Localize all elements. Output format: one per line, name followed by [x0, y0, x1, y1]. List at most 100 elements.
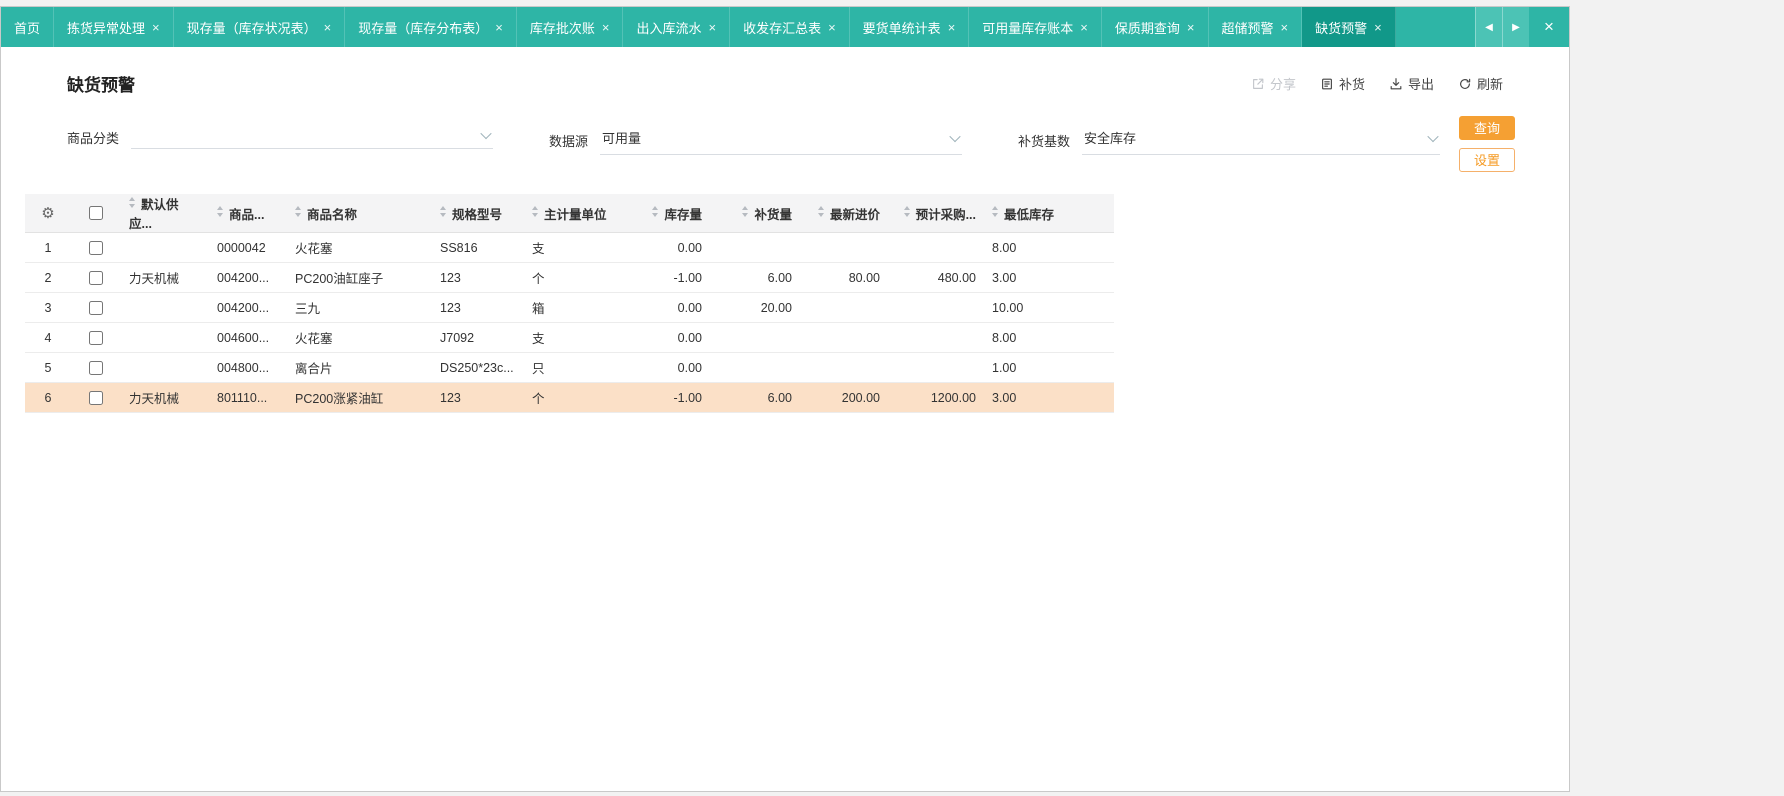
table-header-row: ⚙ 默认供应... 商品... 商品名称 规格型号 主计量单位 库存量 补货量 最新进价 预计采… [25, 194, 1114, 233]
tab-8[interactable]: 可用量库存账本 × [969, 7, 1102, 47]
tab-scroll-left-button[interactable]: ◀ [1475, 7, 1502, 47]
tab-close-icon[interactable]: × [495, 20, 503, 35]
tab-4[interactable]: 库存批次账 × [517, 7, 624, 47]
tab-strip: 首页 拣货异常处理 × 现存量（库存状况表） × 现存量（库存分布表） × 库存批次账 × 出入库… [1, 7, 1396, 47]
table-row[interactable]: 2 力天机械 004200... PC200油缸座子 123 个 -1.00 6.00 80.0… [25, 262, 1114, 293]
column-header-replenish[interactable]: 补货量 [710, 194, 800, 233]
row-checkbox-cell [71, 382, 121, 413]
column-header-supplier[interactable]: 默认供应... [121, 194, 209, 233]
column-header-code[interactable]: 商品... [209, 194, 287, 233]
tabs-close-button[interactable]: × [1529, 7, 1569, 47]
row-checkbox[interactable] [89, 360, 103, 375]
app-window: 首页 拣货异常处理 × 现存量（库存状况表） × 现存量（库存分布表） × 库存批次账 × 出入库… [0, 6, 1570, 792]
cell-purchase [888, 232, 984, 263]
cell-unit: 只 [524, 352, 622, 383]
table-row[interactable]: 5 004800... 离合片 DS250*23c... 只 0.00 1.00 [25, 352, 1114, 383]
tab-7[interactable]: 要货单统计表 × [850, 7, 970, 47]
base-value: 安全库存 [1084, 131, 1137, 146]
cell-spec: 123 [432, 382, 524, 413]
select-all-checkbox[interactable] [89, 206, 103, 221]
base-select[interactable]: 安全库存 [1082, 125, 1441, 155]
filter-category: 商品分类 [67, 116, 494, 149]
tab-strip-spacer [1396, 7, 1475, 47]
tab-6[interactable]: 收发存汇总表 × [730, 7, 850, 47]
sort-icon [742, 206, 749, 218]
share-button[interactable]: 分享 [1251, 74, 1296, 93]
column-header-purchase[interactable]: 预计采购... [888, 194, 984, 233]
row-checkbox[interactable] [89, 300, 103, 315]
category-select[interactable] [131, 125, 494, 149]
column-settings-header[interactable]: ⚙ [25, 194, 71, 233]
tab-9[interactable]: 保质期查询 × [1102, 7, 1209, 47]
cell-purchase: 480.00 [888, 262, 984, 293]
table-row[interactable]: 1 0000042 火花塞 SS816 支 0.00 8.00 [25, 232, 1114, 263]
column-header-unit[interactable]: 主计量单位 [524, 194, 622, 233]
category-label: 商品分类 [67, 130, 120, 146]
results-table: ⚙ 默认供应... 商品... 商品名称 规格型号 主计量单位 库存量 补货量 最新进价 预计采… [25, 194, 1114, 413]
replenish-button[interactable]: 补货 [1320, 74, 1365, 93]
tab-close-icon[interactable]: × [948, 20, 956, 35]
export-button[interactable]: 导出 [1389, 74, 1434, 93]
refresh-label: 刷新 [1476, 77, 1503, 92]
table-row[interactable]: 4 004600... 火花塞 J7092 支 0.00 8.00 [25, 322, 1114, 353]
tab-1[interactable]: 拣货异常处理 × [54, 7, 174, 47]
tab-close-icon[interactable]: × [1080, 20, 1088, 35]
row-checkbox[interactable] [89, 330, 103, 345]
tab-3[interactable]: 现存量（库存分布表） × [345, 7, 517, 47]
tab-close-icon[interactable]: × [1281, 20, 1289, 35]
row-checkbox[interactable] [89, 390, 103, 405]
column-header-spec[interactable]: 规格型号 [432, 194, 524, 233]
tab-label: 可用量库存账本 [982, 20, 1074, 36]
cell-replenish [710, 352, 800, 383]
cell-name: 火花塞 [287, 322, 432, 353]
tab-label: 保质期查询 [1114, 20, 1180, 36]
tab-close-icon[interactable]: × [1187, 20, 1195, 35]
cell-price: 200.00 [800, 382, 888, 413]
cell-price [800, 322, 888, 353]
tab-close-icon[interactable]: × [324, 20, 332, 35]
column-label: 库存量 [664, 207, 702, 222]
tab-scroll-right-button[interactable]: ▶ [1502, 7, 1529, 47]
cell-price [800, 232, 888, 263]
tab-10[interactable]: 超储预警 × [1209, 7, 1303, 47]
download-icon [1389, 77, 1403, 91]
table-row[interactable]: 6 力天机械 801110... PC200涨紧油缸 123 个 -1.00 6.00 200.… [25, 382, 1114, 413]
tab-2[interactable]: 现存量（库存状况表） × [174, 7, 346, 47]
tab-close-icon[interactable]: × [828, 20, 836, 35]
cell-min: 8.00 [984, 322, 1114, 353]
cell-min: 10.00 [984, 292, 1114, 323]
row-checkbox[interactable] [89, 240, 103, 255]
export-label: 导出 [1407, 77, 1434, 92]
share-icon [1251, 77, 1265, 91]
tab-close-icon[interactable]: × [1374, 20, 1382, 35]
table-row[interactable]: 3 004200... 三九 123 箱 0.00 20.00 10.00 [25, 292, 1114, 323]
column-label: 商品... [229, 207, 265, 222]
refresh-button[interactable]: 刷新 [1458, 74, 1503, 93]
column-header-stock[interactable]: 库存量 [622, 194, 710, 233]
cell-replenish: 20.00 [710, 292, 800, 323]
row-checkbox-cell [71, 322, 121, 353]
gear-icon[interactable]: ⚙ [41, 205, 54, 222]
tab-close-icon[interactable]: × [708, 20, 716, 35]
tab-label: 拣货异常处理 [67, 20, 146, 36]
row-number-cell: 1 [25, 232, 71, 263]
tab-5[interactable]: 出入库流水 × [623, 7, 731, 47]
cell-spec: SS816 [432, 232, 524, 263]
sort-icon [440, 206, 447, 218]
tab-0[interactable]: 首页 [1, 7, 55, 47]
tab-close-icon[interactable]: × [602, 20, 610, 35]
share-label: 分享 [1269, 77, 1296, 92]
cell-name: PC200涨紧油缸 [287, 382, 432, 413]
column-header-name[interactable]: 商品名称 [287, 194, 432, 233]
column-header-min[interactable]: 最低库存 [984, 194, 1114, 233]
column-header-price[interactable]: 最新进价 [800, 194, 888, 233]
query-button[interactable]: 查询 [1459, 116, 1515, 140]
datasource-select[interactable]: 可用量 [600, 125, 963, 155]
cell-unit: 支 [524, 232, 622, 263]
cell-code: 004200... [209, 292, 287, 323]
settings-button[interactable]: 设置 [1459, 148, 1515, 172]
row-checkbox[interactable] [89, 270, 103, 285]
tab-11[interactable]: 缺货预警 × [1302, 7, 1396, 47]
tab-close-icon[interactable]: × [152, 20, 160, 35]
row-checkbox-cell [71, 262, 121, 293]
